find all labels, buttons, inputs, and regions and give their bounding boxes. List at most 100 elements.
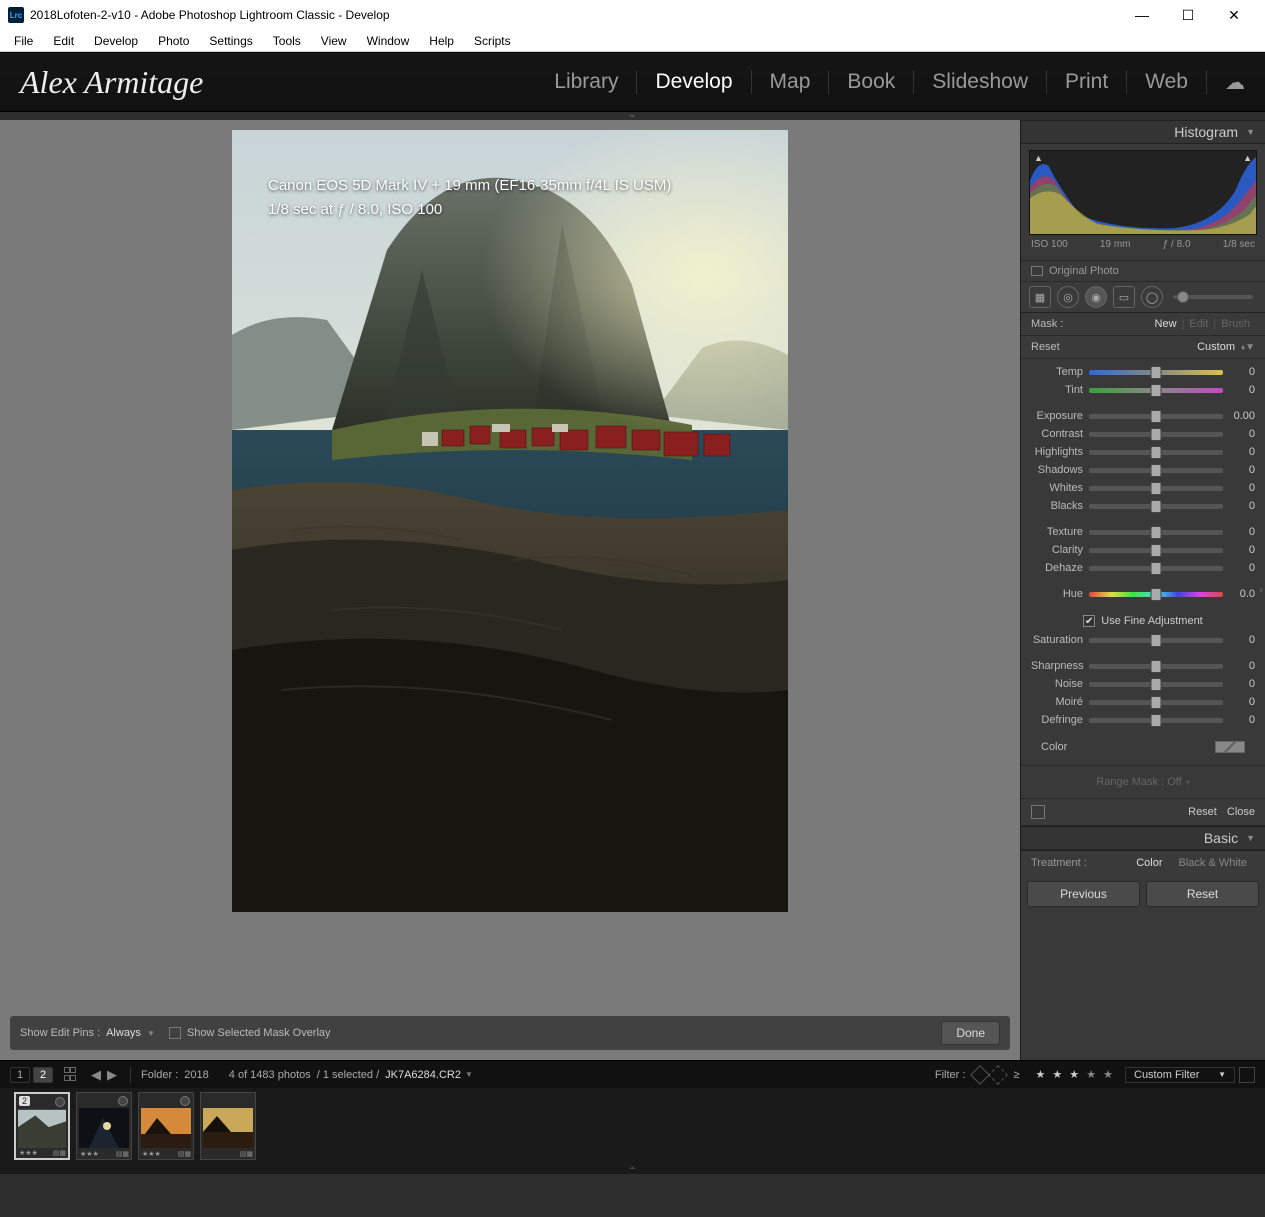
slider-knob[interactable] xyxy=(1151,544,1162,557)
slider-value[interactable]: 0 xyxy=(1223,634,1255,646)
thumb-3[interactable]: ★★★▤▦ xyxy=(138,1092,194,1160)
slider-track[interactable] xyxy=(1089,718,1223,723)
slider-value[interactable]: 0 xyxy=(1223,526,1255,538)
filter-lock-icon[interactable] xyxy=(1239,1067,1255,1083)
slider-knob[interactable] xyxy=(1151,482,1162,495)
module-library[interactable]: Library xyxy=(536,70,637,94)
slider-value[interactable]: 0 xyxy=(1223,544,1255,556)
menu-window[interactable]: Window xyxy=(357,32,420,50)
slider-shadows[interactable]: Shadows0 xyxy=(1031,461,1255,479)
module-map[interactable]: Map xyxy=(752,70,830,94)
slider-tint[interactable]: Tint0 xyxy=(1031,381,1255,399)
slider-knob[interactable] xyxy=(1151,696,1162,709)
effect-disclosure[interactable]: ▼ xyxy=(1245,342,1255,353)
folder-name[interactable]: 2018 xyxy=(184,1069,208,1081)
slider-value[interactable]: 0 xyxy=(1223,500,1255,512)
histogram-header[interactable]: Histogram▼ xyxy=(1021,120,1265,144)
crop-tool-icon[interactable]: ▦ xyxy=(1029,286,1051,308)
slider-track[interactable] xyxy=(1089,638,1223,643)
menu-view[interactable]: View xyxy=(311,32,357,50)
mask-overlay-checkbox[interactable] xyxy=(169,1027,181,1039)
slider-dehaze[interactable]: Dehaze0 xyxy=(1031,559,1255,577)
close-button[interactable]: ✕ xyxy=(1211,0,1257,30)
filter-preset[interactable]: Custom Filter▼ xyxy=(1125,1067,1235,1083)
slider-blacks[interactable]: Blacks0 xyxy=(1031,497,1255,515)
module-print[interactable]: Print xyxy=(1047,70,1127,94)
slider-contrast[interactable]: Contrast0 xyxy=(1031,425,1255,443)
slider-sharpness[interactable]: Sharpness0 xyxy=(1031,657,1255,675)
slider-knob[interactable] xyxy=(1151,384,1162,397)
slider-track[interactable] xyxy=(1089,504,1223,509)
slider-value[interactable]: 0 xyxy=(1223,714,1255,726)
effect-mode[interactable]: Custom xyxy=(1197,341,1235,353)
panel-close[interactable]: Close xyxy=(1227,806,1255,818)
slider-track[interactable] xyxy=(1089,592,1223,597)
slider-texture[interactable]: Texture0 xyxy=(1031,523,1255,541)
slider-knob[interactable] xyxy=(1151,446,1162,459)
view-1[interactable]: 1 xyxy=(10,1067,30,1083)
slider-track[interactable] xyxy=(1089,548,1223,553)
prev-photo-icon[interactable]: ◀ xyxy=(91,1067,101,1083)
mask-new[interactable]: New xyxy=(1150,318,1182,330)
slider-moiré[interactable]: Moiré0 xyxy=(1031,693,1255,711)
range-mask-row[interactable]: Range Mask : Off▾ xyxy=(1021,765,1265,799)
slider-value[interactable]: 0.0 xyxy=(1223,588,1255,600)
module-web[interactable]: Web xyxy=(1127,70,1207,94)
original-photo-toggle[interactable]: Original Photo xyxy=(1021,260,1265,282)
edit-pins-mode[interactable]: Always xyxy=(106,1027,141,1039)
radial-tool-icon[interactable]: ◯ xyxy=(1141,286,1163,308)
slider-track[interactable] xyxy=(1089,370,1223,375)
slider-knob[interactable] xyxy=(1151,634,1162,647)
panel-switch-icon[interactable] xyxy=(1031,805,1045,819)
module-slideshow[interactable]: Slideshow xyxy=(914,70,1047,94)
slider-defringe[interactable]: Defringe0 xyxy=(1031,711,1255,729)
treatment-color[interactable]: Color xyxy=(1128,857,1170,869)
menu-photo[interactable]: Photo xyxy=(148,32,199,50)
top-panel-expander[interactable] xyxy=(0,112,1265,120)
fine-adj-checkbox[interactable]: ✔ xyxy=(1083,615,1095,627)
slider-value[interactable]: 0 xyxy=(1223,562,1255,574)
thumb-2[interactable]: ★★★▤▦ xyxy=(76,1092,132,1160)
histogram-chart[interactable]: ▲ ▲ xyxy=(1029,150,1257,235)
slider-value[interactable]: 0 xyxy=(1223,482,1255,494)
slider-value[interactable]: 0 xyxy=(1223,696,1255,708)
slider-value[interactable]: 0.00 xyxy=(1223,410,1255,422)
menu-tools[interactable]: Tools xyxy=(263,32,311,50)
menu-scripts[interactable]: Scripts xyxy=(464,32,521,50)
slider-value[interactable]: 0 xyxy=(1223,384,1255,396)
slider-saturation[interactable]: Saturation0 xyxy=(1031,631,1255,649)
slider-value[interactable]: 0 xyxy=(1223,366,1255,378)
treatment-bw[interactable]: Black & White xyxy=(1171,857,1255,869)
rating-geq[interactable]: ≥ xyxy=(1013,1069,1019,1081)
menu-help[interactable]: Help xyxy=(419,32,464,50)
menu-file[interactable]: File xyxy=(4,32,43,50)
mask-edit[interactable]: Edit xyxy=(1184,318,1213,330)
slider-knob[interactable] xyxy=(1151,660,1162,673)
slider-track[interactable] xyxy=(1089,700,1223,705)
slider-value[interactable]: 0 xyxy=(1223,678,1255,690)
maximize-button[interactable]: ☐ xyxy=(1165,0,1211,30)
previous-button[interactable]: Previous xyxy=(1027,881,1140,907)
slider-knob[interactable] xyxy=(1151,678,1162,691)
tool-size-slider[interactable] xyxy=(1173,295,1253,299)
slider-knob[interactable] xyxy=(1151,464,1162,477)
slider-track[interactable] xyxy=(1089,530,1223,535)
basic-panel-header[interactable]: Basic▼ xyxy=(1021,826,1265,850)
photo-canvas[interactable]: Canon EOS 5D Mark IV + 19 mm (EF16-35mm … xyxy=(232,130,788,912)
module-book[interactable]: Book xyxy=(829,70,914,94)
cloud-sync-icon[interactable]: ☁ xyxy=(1207,70,1245,95)
slider-track[interactable] xyxy=(1089,486,1223,491)
slider-knob[interactable] xyxy=(1151,526,1162,539)
filmstrip-expander[interactable] xyxy=(0,1164,1265,1174)
slider-knob[interactable] xyxy=(1151,366,1162,379)
rating-filter[interactable]: ★ ★ ★ ★ ★ xyxy=(1035,1068,1115,1081)
menu-develop[interactable]: Develop xyxy=(84,32,148,50)
filmstrip[interactable]: 2 ★★★▤▦ ★★★▤▦ ★★★▤▦ ▤▦ xyxy=(0,1088,1265,1164)
slider-knob[interactable] xyxy=(1151,588,1162,601)
gradient-tool-icon[interactable]: ▭ xyxy=(1113,286,1135,308)
slider-track[interactable] xyxy=(1089,566,1223,571)
slider-knob[interactable] xyxy=(1151,428,1162,441)
next-photo-icon[interactable]: ▶ xyxy=(107,1067,117,1083)
filename[interactable]: JK7A6284.CR2 xyxy=(385,1069,461,1081)
effect-reset[interactable]: Reset xyxy=(1031,341,1060,353)
